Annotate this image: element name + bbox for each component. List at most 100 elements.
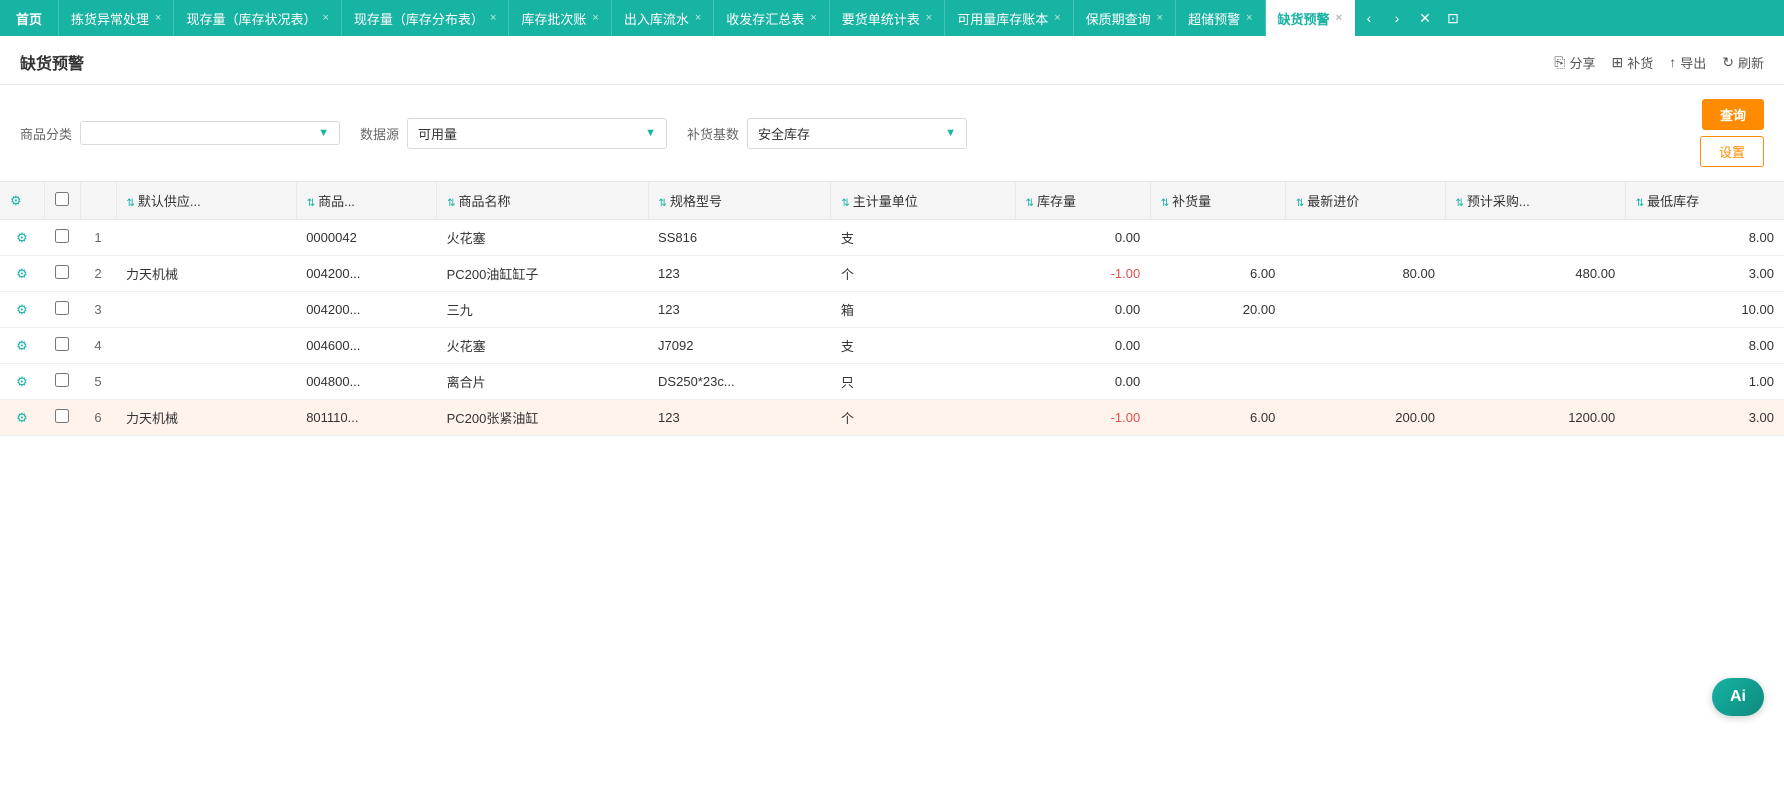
col-supplier[interactable]: ⇅默认供应... <box>116 182 296 220</box>
query-button[interactable]: 查询 <box>1702 99 1764 130</box>
col-replenish[interactable]: ⇅补货量 <box>1150 182 1285 220</box>
tab-stock-dist[interactable]: 现存量（库存分布表） × <box>342 0 509 36</box>
tab-stock-status[interactable]: 现存量（库存状况表） × <box>174 0 341 36</box>
row-gear-5[interactable]: ⚙ <box>0 400 44 436</box>
row-latest-price-0 <box>1285 220 1445 256</box>
row-code-1: 004200... <box>296 256 436 292</box>
row-gear-1[interactable]: ⚙ <box>0 256 44 292</box>
shortage-table: ⚙ ⇅默认供应... ⇅商品... ⇅商品名称 <box>0 181 1784 436</box>
replenish-button[interactable]: ⊞ 补货 <box>1611 53 1653 72</box>
sort-est-icon: ⇅ <box>1456 198 1464 209</box>
sort-stock-icon: ⇅ <box>1026 198 1034 209</box>
tab-close-available[interactable]: × <box>1054 12 1060 24</box>
row-code-3: 004600... <box>296 328 436 364</box>
col-product-code[interactable]: ⇅商品... <box>296 182 436 220</box>
tab-nav-close[interactable]: ✕ <box>1411 0 1439 36</box>
row-spec-2: 123 <box>648 292 831 328</box>
tab-shortage[interactable]: 缺货预警 × <box>1266 0 1355 36</box>
refresh-button[interactable]: ↻ 刷新 <box>1722 53 1764 72</box>
table-header-row: ⚙ ⇅默认供应... ⇅商品... ⇅商品名称 <box>0 182 1784 220</box>
row-est-purchase-4 <box>1445 364 1625 400</box>
tab-close-stock-dist[interactable]: × <box>490 12 496 24</box>
row-spec-5: 123 <box>648 400 831 436</box>
row-stock-2: 0.00 <box>1015 292 1150 328</box>
tab-close-overstock[interactable]: × <box>1246 12 1252 24</box>
row-supplier-0 <box>116 220 296 256</box>
row-replenish-3 <box>1150 328 1285 364</box>
row-code-2: 004200... <box>296 292 436 328</box>
row-supplier-4 <box>116 364 296 400</box>
tab-summary[interactable]: 收发存汇总表 × <box>714 0 829 36</box>
header-actions: ⎘ 分享 ⊞ 补货 ↑ 导出 ↻ 刷新 <box>1554 53 1764 72</box>
row-gear-4[interactable]: ⚙ <box>0 364 44 400</box>
row-latest-price-1: 80.00 <box>1285 256 1445 292</box>
share-button[interactable]: ⎘ 分享 <box>1554 53 1595 72</box>
tab-close-order-stat[interactable]: × <box>926 12 932 24</box>
row-stock-1: -1.00 <box>1015 256 1150 292</box>
datasource-label: 数据源 <box>360 124 399 143</box>
tab-picking[interactable]: 拣货异常处理 × <box>59 0 174 36</box>
tab-order-stat[interactable]: 要货单统计表 × <box>830 0 945 36</box>
col-unit[interactable]: ⇅主计量单位 <box>831 182 1015 220</box>
datasource-select[interactable]: 可用量 ▼ <box>407 118 667 149</box>
table-row: ⚙ 4 004600... 火花塞 J7092 支 0.00 8.00 <box>0 328 1784 364</box>
tab-close-stock-status[interactable]: × <box>322 12 328 24</box>
row-spec-0: SS816 <box>648 220 831 256</box>
row-gear-3[interactable]: ⚙ <box>0 328 44 364</box>
tab-nav-next[interactable]: › <box>1383 0 1411 36</box>
category-chevron-icon: ▼ <box>318 127 329 139</box>
col-latest-price[interactable]: ⇅最新进价 <box>1285 182 1445 220</box>
tab-nav-prev[interactable]: ‹ <box>1355 0 1383 36</box>
tab-home[interactable]: 首页 <box>0 0 59 36</box>
col-stock[interactable]: ⇅库存量 <box>1015 182 1150 220</box>
row-checkbox-2[interactable] <box>44 292 80 328</box>
col-product-name[interactable]: ⇅商品名称 <box>437 182 648 220</box>
row-gear-2[interactable]: ⚙ <box>0 292 44 328</box>
row-checkbox-0[interactable] <box>44 220 80 256</box>
tab-nav-expand[interactable]: ⊡ <box>1439 0 1467 36</box>
col-spec[interactable]: ⇅规格型号 <box>648 182 831 220</box>
row-num-2: 3 <box>80 292 116 328</box>
tab-close-batch[interactable]: × <box>592 12 598 24</box>
row-checkbox-4[interactable] <box>44 364 80 400</box>
row-checkbox-5[interactable] <box>44 400 80 436</box>
row-gear-0[interactable]: ⚙ <box>0 220 44 256</box>
tab-available[interactable]: 可用量库存账本 × <box>945 0 1073 36</box>
category-select[interactable]: ▼ <box>80 121 340 145</box>
ai-badge[interactable]: Ai <box>1712 678 1764 716</box>
tab-close-expiry[interactable]: × <box>1157 12 1163 24</box>
row-min-stock-3: 8.00 <box>1625 328 1784 364</box>
row-latest-price-5: 200.00 <box>1285 400 1445 436</box>
table-row: ⚙ 2 力天机械 004200... PC200油缸缸子 123 个 -1.00… <box>0 256 1784 292</box>
category-filter-group: 商品分类 ▼ <box>20 121 340 145</box>
row-code-4: 004800... <box>296 364 436 400</box>
tab-close-inout[interactable]: × <box>695 12 701 24</box>
settings-button[interactable]: 设置 <box>1700 136 1764 167</box>
tab-batch[interactable]: 库存批次账 × <box>509 0 611 36</box>
export-button[interactable]: ↑ 导出 <box>1669 53 1706 72</box>
col-est-purchase[interactable]: ⇅预计采购... <box>1445 182 1625 220</box>
datasource-value: 可用量 <box>418 124 457 143</box>
tab-inout[interactable]: 出入库流水 × <box>612 0 714 36</box>
filter-right-buttons: 查询 设置 <box>1700 99 1764 167</box>
select-all-checkbox[interactable] <box>55 192 69 206</box>
table-row: ⚙ 3 004200... 三九 123 箱 0.00 20.00 10.00 <box>0 292 1784 328</box>
tab-close-picking[interactable]: × <box>155 12 161 24</box>
tab-close-summary[interactable]: × <box>810 12 816 24</box>
row-stock-0: 0.00 <box>1015 220 1150 256</box>
gear-icon[interactable]: ⚙ <box>10 193 22 208</box>
row-supplier-5: 力天机械 <box>116 400 296 436</box>
row-checkbox-1[interactable] <box>44 256 80 292</box>
row-est-purchase-3 <box>1445 328 1625 364</box>
replenish-select[interactable]: 安全库存 ▼ <box>747 118 967 149</box>
tab-overstock[interactable]: 超储预警 × <box>1176 0 1265 36</box>
tab-expiry[interactable]: 保质期查询 × <box>1074 0 1176 36</box>
main-content: 缺货预警 ⎘ 分享 ⊞ 补货 ↑ 导出 ↻ 刷新 商品分类 <box>0 36 1784 796</box>
tab-close-shortage[interactable]: × <box>1336 12 1342 24</box>
datasource-filter-group: 数据源 可用量 ▼ <box>360 118 667 149</box>
row-est-purchase-2 <box>1445 292 1625 328</box>
sort-spec-icon: ⇅ <box>659 198 667 209</box>
row-min-stock-5: 3.00 <box>1625 400 1784 436</box>
row-checkbox-3[interactable] <box>44 328 80 364</box>
col-min-stock[interactable]: ⇅最低库存 <box>1625 182 1784 220</box>
